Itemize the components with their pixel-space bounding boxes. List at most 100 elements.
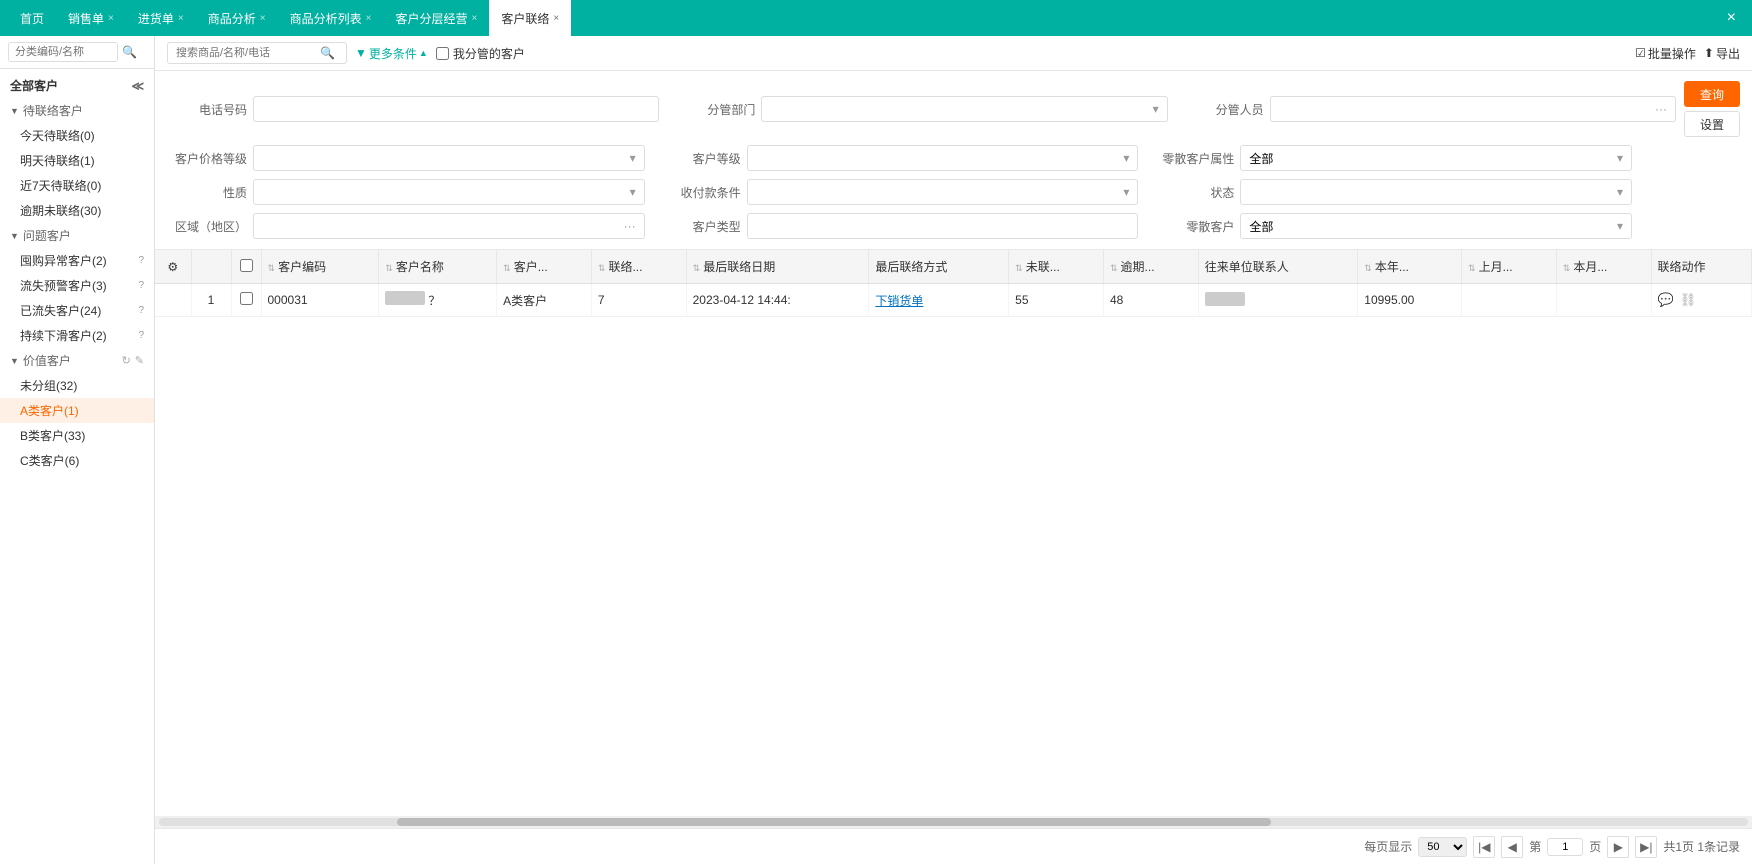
sort-icon-cust-code[interactable]: ⇅ xyxy=(268,263,276,273)
sort-icon-last-month[interactable]: ⇅ xyxy=(1468,263,1476,273)
settings-button[interactable]: 设置 xyxy=(1684,111,1740,137)
filter-input-price-level[interactable]: ▾ xyxy=(253,145,645,171)
page-number-input[interactable] xyxy=(1547,838,1583,856)
sidebar-group-pending[interactable]: ▼ 待联络客户 xyxy=(0,98,154,123)
nav-sales-label: 销售单 xyxy=(68,10,104,27)
sidebar-item-ungrouped-label: 未分组(32) xyxy=(20,377,144,394)
filter-search-icon[interactable]: 🔍 xyxy=(320,46,335,60)
filter-input-manager[interactable]: ··· xyxy=(1270,96,1676,122)
sidebar-item-a-class[interactable]: A类客户(1) xyxy=(0,398,154,423)
filter-search-box[interactable]: 🔍 xyxy=(167,42,347,64)
nav-purchase-close[interactable]: × xyxy=(178,13,184,24)
more-conditions-button[interactable]: ▼ 更多条件 ▲ xyxy=(355,45,428,62)
per-page-select[interactable]: 50 20 100 xyxy=(1418,837,1467,857)
sidebar-item-b-class[interactable]: B类客户(33) xyxy=(0,423,154,448)
scrollbar-thumb[interactable] xyxy=(397,818,1271,826)
filter-input-phone[interactable] xyxy=(253,96,659,122)
sidebar-item-today-pending[interactable]: 今天待联络(0) xyxy=(0,123,154,148)
sidebar-collapse-icon[interactable]: ≪ xyxy=(131,79,144,93)
prev-page-button[interactable]: ◀ xyxy=(1501,836,1523,858)
filter-input-region[interactable]: ··· xyxy=(253,213,645,239)
settings-gear-icon[interactable]: ⚙ xyxy=(167,260,178,274)
my-customers-checkbox-area[interactable]: 我分管的客户 xyxy=(436,45,525,62)
nav-customer-contact-close[interactable]: × xyxy=(553,13,559,24)
col-overdue-label: 逾期... xyxy=(1121,260,1155,274)
sidebar-item-churned[interactable]: 已流失客户(24) ? xyxy=(0,298,154,323)
sidebar-item-churn-warning[interactable]: 流失预警客户(3) ? xyxy=(0,273,154,298)
sort-icon-contact[interactable]: ⇅ xyxy=(598,263,606,273)
manager-dots-icon[interactable]: ··· xyxy=(1655,102,1667,116)
filter-input-status[interactable]: ▾ xyxy=(1240,179,1632,205)
nav-sales[interactable]: 销售单 × xyxy=(56,0,126,36)
nav-analysis-list-close[interactable]: × xyxy=(366,13,372,24)
sort-icon-cust-type[interactable]: ⇅ xyxy=(503,263,511,273)
filter-search-input[interactable] xyxy=(176,47,316,59)
sidebar-item-ungrouped[interactable]: 未分组(32) xyxy=(0,373,154,398)
window-close-button[interactable]: × xyxy=(1719,5,1744,31)
sort-icon-this-year[interactable]: ⇅ xyxy=(1364,263,1372,273)
filter-input-nature[interactable]: ▾ xyxy=(253,179,645,205)
sidebar-group-value[interactable]: ▼ 价值客户 ↻ ✎ xyxy=(0,348,154,373)
export-button[interactable]: ⬆ 导出 xyxy=(1704,45,1740,62)
sidebar-item-declining[interactable]: 持续下滑客户(2) ? xyxy=(0,323,154,348)
nav-sales-close[interactable]: × xyxy=(108,13,114,24)
region-dots-icon[interactable]: ··· xyxy=(624,219,636,233)
sidebar-group-value-edit-icon[interactable]: ✎ xyxy=(135,354,144,367)
my-customers-checkbox[interactable] xyxy=(436,47,449,60)
nav-customer-segment-close[interactable]: × xyxy=(471,13,477,24)
sidebar-item-hoarding-abnormal[interactable]: 囤购异常客户(2) ? xyxy=(0,248,154,273)
next-page-button[interactable]: ▶ xyxy=(1607,836,1629,858)
col-checkbox[interactable] xyxy=(231,250,261,284)
filter-label-scatter-attr: 零散客户属性 xyxy=(1154,150,1234,167)
sidebar-item-c-class[interactable]: C类客户(6) xyxy=(0,448,154,473)
sort-icon-this-month[interactable]: ⇅ xyxy=(1563,263,1571,273)
filter-input-cust-level[interactable]: ▾ xyxy=(747,145,1139,171)
sort-icon-no-contact[interactable]: ⇅ xyxy=(1015,263,1023,273)
col-overdue: ⇅ 逾期... xyxy=(1103,250,1198,284)
table-container: ⚙ ⇅ 客户编码 ⇅ 客户名称 xyxy=(155,250,1752,816)
sort-icon-cust-name[interactable]: ⇅ xyxy=(385,263,393,273)
row-checkbox-cell[interactable] xyxy=(231,284,261,317)
sort-icon-overdue[interactable]: ⇅ xyxy=(1110,263,1118,273)
first-page-button[interactable]: |◀ xyxy=(1473,836,1495,858)
filter-input-scatter-cust[interactable]: 全部 ▾ xyxy=(1240,213,1632,239)
batch-operation-button[interactable]: ☑ 批量操作 xyxy=(1635,45,1696,62)
sidebar-item-tomorrow-pending[interactable]: 明天待联络(1) xyxy=(0,148,154,173)
col-settings[interactable]: ⚙ xyxy=(155,250,191,284)
filter-input-payment[interactable]: ▾ xyxy=(747,179,1139,205)
sidebar-item-churned-help-icon[interactable]: ? xyxy=(138,305,144,316)
query-button[interactable]: 查询 xyxy=(1684,81,1740,107)
row-checkbox[interactable] xyxy=(240,292,253,305)
filter-cell-cust-level: 客户等级 ▾ xyxy=(661,145,1139,171)
filter-input-dept[interactable]: ▾ xyxy=(761,96,1167,122)
nav-analysis-list[interactable]: 商品分析列表 × xyxy=(278,0,384,36)
action-chat-icon[interactable]: 💬 xyxy=(1658,292,1674,308)
row-contact-value: 7 xyxy=(598,293,605,307)
select-all-checkbox[interactable] xyxy=(240,259,253,272)
filter-input-scatter-attr[interactable]: 全部 ▾ xyxy=(1240,145,1632,171)
filter-input-cust-type[interactable] xyxy=(747,213,1139,239)
sidebar-group-problem[interactable]: ▼ 问题客户 xyxy=(0,223,154,248)
nav-customer-segment[interactable]: 客户分层经营 × xyxy=(383,0,489,36)
last-page-button[interactable]: ▶| xyxy=(1635,836,1657,858)
sidebar-search-icon[interactable]: 🔍 xyxy=(122,45,137,59)
nav-analysis-close[interactable]: × xyxy=(260,13,266,24)
sidebar-item-churn-warning-help-icon[interactable]: ? xyxy=(138,280,144,291)
sort-icon-last-date[interactable]: ⇅ xyxy=(693,263,701,273)
sidebar-group-value-refresh-icon[interactable]: ↻ xyxy=(122,354,131,367)
col-this-month: ⇅ 本月... xyxy=(1556,250,1651,284)
nav-customer-contact[interactable]: 客户联络 × xyxy=(489,0,571,36)
sidebar-item-7days-pending[interactable]: 近7天待联络(0) xyxy=(0,173,154,198)
action-link-icon[interactable]: ⛓ xyxy=(1680,292,1697,308)
horizontal-scrollbar[interactable] xyxy=(155,816,1752,828)
sidebar-item-overdue[interactable]: 逾期未联络(30) xyxy=(0,198,154,223)
sidebar-item-declining-help-icon[interactable]: ? xyxy=(138,330,144,341)
sidebar-search-input[interactable] xyxy=(8,42,118,62)
nav-home[interactable]: 首页 xyxy=(8,0,56,36)
sidebar-item-hoarding-help-icon[interactable]: ? xyxy=(138,255,144,266)
sidebar-item-c-class-label: C类客户(6) xyxy=(20,452,144,469)
row-last-contact-method-link[interactable]: 下销货单 xyxy=(875,294,923,308)
nav-purchase[interactable]: 进货单 × xyxy=(126,0,196,36)
nav-analysis[interactable]: 商品分析 × xyxy=(196,0,278,36)
filter-cell-cust-type: 客户类型 xyxy=(661,213,1139,239)
